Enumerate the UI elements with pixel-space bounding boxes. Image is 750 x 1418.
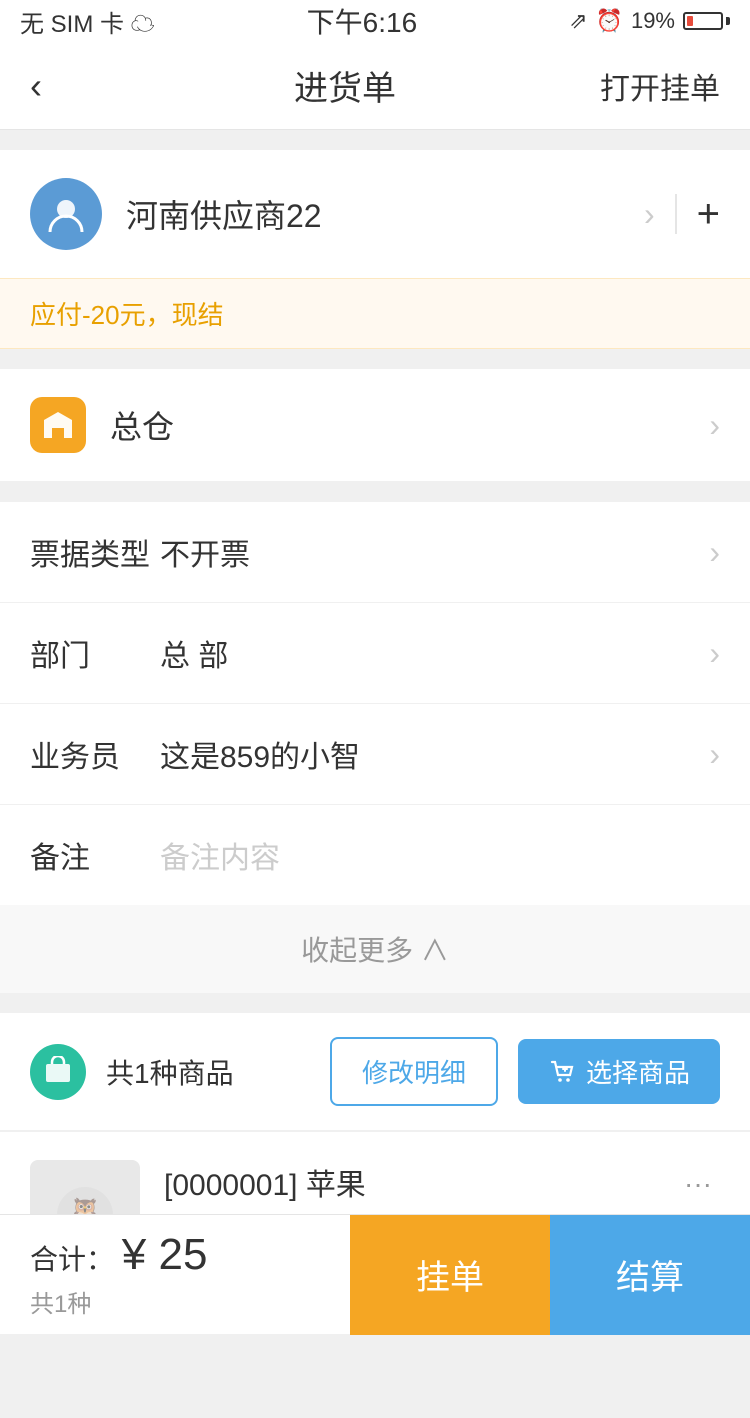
department-chevron-icon: › xyxy=(709,635,720,672)
hang-button[interactable]: 挂单 xyxy=(350,1215,550,1335)
supplier-card: 河南供应商22 › + 应付-20元，现结 xyxy=(0,150,750,349)
supplier-name: 河南供应商22 xyxy=(126,191,644,237)
invoice-chevron-icon: › xyxy=(709,534,720,571)
info-banner: 应付-20元，现结 xyxy=(0,278,750,349)
supplier-avatar xyxy=(30,178,102,250)
supplier-actions: › + xyxy=(644,192,720,237)
status-right: ⇗ ⏰ 19% xyxy=(569,8,730,34)
form-row-invoice[interactable]: 票据类型 不开票 › xyxy=(0,501,750,602)
form-card: 票据类型 不开票 › 部门 总 部 › 业务员 这是859的小智 › 备注 备注… xyxy=(0,501,750,905)
product-count: 共1种商品 xyxy=(106,1052,310,1092)
product-more-button[interactable]: ··· xyxy=(676,1160,720,1208)
product-name: [0000001] 苹果 xyxy=(164,1160,652,1204)
top-divider xyxy=(0,130,750,150)
signal-text: 无 SIM 卡 ☁ xyxy=(20,4,155,39)
battery-text: 19% xyxy=(631,8,675,34)
select-product-button[interactable]: 选择商品 xyxy=(518,1039,720,1104)
add-button[interactable]: + xyxy=(697,192,720,237)
remark-input[interactable]: 备注内容 xyxy=(160,833,720,877)
collapse-button[interactable]: 收起更多 ∧ xyxy=(0,905,750,993)
back-button[interactable]: ‹ xyxy=(30,65,90,107)
footer-total-row: 合计： ¥ 25 xyxy=(30,1230,320,1280)
total-label: 合计： xyxy=(30,1244,114,1275)
salesperson-chevron-icon: › xyxy=(709,736,720,773)
product-title: 苹果 xyxy=(306,1169,366,1202)
settle-button[interactable]: 结算 xyxy=(550,1215,750,1335)
edit-detail-button[interactable]: 修改明细 xyxy=(330,1037,498,1106)
cart-icon xyxy=(548,1058,576,1086)
salesperson-label: 业务员 xyxy=(30,732,160,776)
warehouse-icon xyxy=(30,397,86,453)
divider-3 xyxy=(0,481,750,501)
form-row-salesperson[interactable]: 业务员 这是859的小智 › xyxy=(0,703,750,804)
battery-indicator xyxy=(683,12,730,30)
location-icon: ⇗ xyxy=(569,8,587,34)
product-section-icon xyxy=(30,1044,86,1100)
form-row-remark[interactable]: 备注 备注内容 xyxy=(0,804,750,905)
footer: 合计： ¥ 25 共1种 挂单 结算 xyxy=(0,1214,750,1334)
status-time: 下午6:16 xyxy=(307,1,418,41)
warehouse-row[interactable]: 总仓 › xyxy=(0,369,750,481)
status-bar: 无 SIM 卡 ☁ 下午6:16 ⇗ ⏰ 19% xyxy=(0,0,750,42)
supplier-chevron-icon[interactable]: › xyxy=(644,196,655,233)
remark-label: 备注 xyxy=(30,833,160,877)
status-left: 无 SIM 卡 ☁ xyxy=(20,4,155,39)
product-header: 共1种商品 修改明细 选择商品 xyxy=(0,1013,750,1130)
page-title: 进货单 xyxy=(294,61,396,110)
warehouse-card: 总仓 › xyxy=(0,369,750,481)
divider-2 xyxy=(0,349,750,369)
alarm-icon: ⏰ xyxy=(596,8,623,34)
product-id: [0000001] xyxy=(164,1169,297,1202)
salesperson-value: 这是859的小智 xyxy=(160,732,709,776)
divider-4 xyxy=(0,993,750,1013)
warehouse-chevron-icon: › xyxy=(709,407,720,444)
department-label: 部门 xyxy=(30,631,160,675)
nav-bar: ‹ 进货单 打开挂单 xyxy=(0,42,750,130)
warehouse-name: 总仓 xyxy=(110,402,709,448)
invoice-label: 票据类型 xyxy=(30,530,160,574)
total-amount: ¥ 25 xyxy=(122,1230,208,1279)
form-row-department[interactable]: 部门 总 部 › xyxy=(0,602,750,703)
invoice-value: 不开票 xyxy=(160,530,709,574)
divider xyxy=(675,194,677,234)
supplier-row: 河南供应商22 › + xyxy=(0,150,750,278)
open-pending-button[interactable]: 打开挂单 xyxy=(600,64,720,108)
department-value: 总 部 xyxy=(160,631,709,675)
total-count: 共1种 xyxy=(30,1284,320,1319)
footer-total: 合计： ¥ 25 共1种 xyxy=(0,1230,350,1319)
select-product-label: 选择商品 xyxy=(586,1053,690,1090)
